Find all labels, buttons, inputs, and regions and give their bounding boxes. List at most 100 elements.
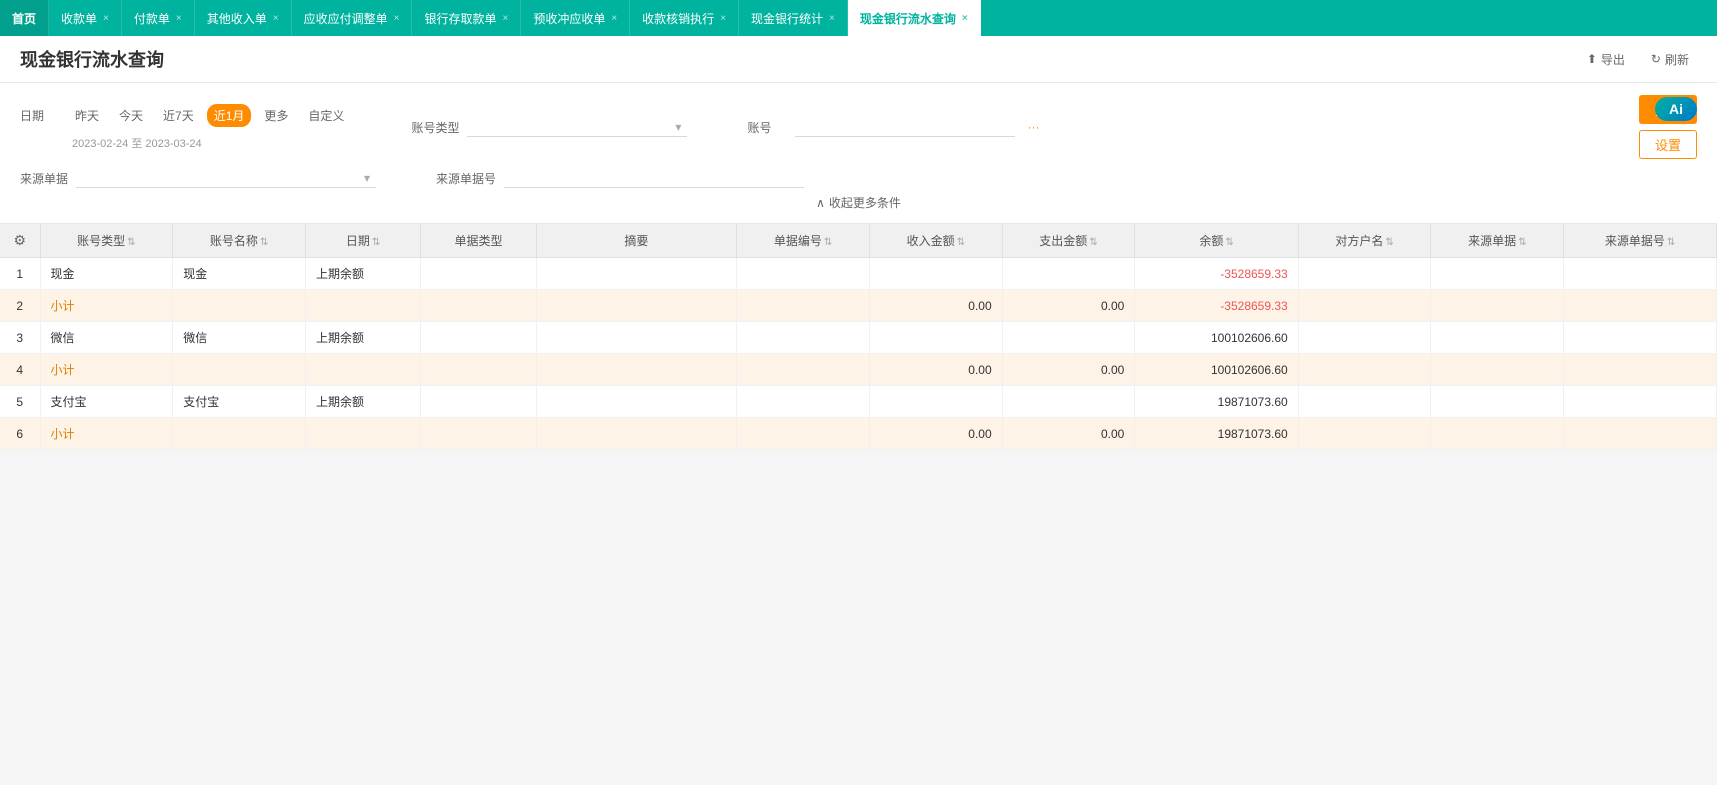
table-cell <box>305 418 420 450</box>
close-icon[interactable]: × <box>502 13 508 24</box>
date-btn-yesterday[interactable]: 昨天 <box>68 104 106 127</box>
table-cell: 5 <box>0 386 40 418</box>
refresh-label: 刷新 <box>1665 51 1689 68</box>
nav-tab-yinhang[interactable]: 银行存取款单 × <box>412 0 521 36</box>
table-cell: 现金 <box>173 258 306 290</box>
sort-icon: ⇅ <box>1089 237 1097 248</box>
table-cell: 支付宝 <box>40 386 173 418</box>
settings-icon[interactable]: ⚙ <box>13 232 26 248</box>
table-cell <box>536 258 737 290</box>
nav-home[interactable]: 首页 <box>0 0 49 36</box>
nav-tab-yinhang-label: 银行存取款单 <box>424 10 496 27</box>
table-cell <box>1431 354 1564 386</box>
table-row[interactable]: 5支付宝支付宝上期余额19871073.60 <box>0 386 1717 418</box>
table-cell: 支付宝 <box>173 386 306 418</box>
nav-tab-qitashouru[interactable]: 其他收入单 × <box>195 0 292 36</box>
table-cell <box>421 258 536 290</box>
refresh-button[interactable]: ↻ 刷新 <box>1643 47 1697 72</box>
ai-button[interactable]: Ai <box>1655 97 1697 121</box>
table-row[interactable]: 3微信微信上期余额100102606.60 <box>0 322 1717 354</box>
table-cell <box>173 418 306 450</box>
col-date[interactable]: 日期⇅ <box>305 224 420 258</box>
date-btn-1month[interactable]: 近1月 <box>207 104 252 127</box>
source-doc-no-input[interactable] <box>504 169 804 188</box>
close-icon[interactable]: × <box>829 13 835 24</box>
col-account-type[interactable]: 账号类型⇅ <box>40 224 173 258</box>
nav-tab-yushou[interactable]: 预收冲应收单 × <box>521 0 630 36</box>
table-cell: 100102606.60 <box>1135 354 1298 386</box>
col-expense[interactable]: 支出金额⇅ <box>1002 224 1135 258</box>
table-row[interactable]: 1现金现金上期余额-3528659.33 <box>0 258 1717 290</box>
close-icon[interactable]: × <box>611 13 617 24</box>
account-type-select[interactable]: ▾ <box>467 118 687 137</box>
table-cell <box>1564 258 1717 290</box>
col-counterparty[interactable]: 对方户名⇅ <box>1298 224 1431 258</box>
nav-tab-yushou-label: 预收冲应收单 <box>533 10 605 27</box>
table-cell <box>737 258 870 290</box>
table-cell <box>737 418 870 450</box>
col-balance[interactable]: 余额⇅ <box>1135 224 1298 258</box>
nav-tab-shoukuan[interactable]: 收款单 × <box>49 0 122 36</box>
close-icon[interactable]: × <box>394 13 400 24</box>
table-row[interactable]: 2小计0.000.00-3528659.33 <box>0 290 1717 322</box>
table-cell <box>1002 322 1135 354</box>
table-cell: 100102606.60 <box>1135 322 1298 354</box>
collapse-bar[interactable]: ∧ 收起更多条件 <box>20 188 1697 211</box>
table-cell <box>1298 386 1431 418</box>
table-cell <box>536 290 737 322</box>
close-icon[interactable]: × <box>176 13 182 24</box>
nav-tab-tiaozheng[interactable]: 应收应付调整单 × <box>292 0 413 36</box>
table-row[interactable]: 4小计0.000.00100102606.60 <box>0 354 1717 386</box>
col-settings[interactable]: ⚙ <box>0 224 40 258</box>
table-cell <box>1431 322 1564 354</box>
table-cell: 0.00 <box>869 418 1002 450</box>
table-cell <box>173 354 306 386</box>
nav-tab-tongji-label: 现金银行统计 <box>751 10 823 27</box>
table-cell <box>421 322 536 354</box>
table-cell: -3528659.33 <box>1135 258 1298 290</box>
source-doc-select[interactable]: ▾ <box>76 169 376 188</box>
date-filter: 日期 昨天 今天 近7天 近1月 更多 自定义 2023-02-24 至 202… <box>20 104 351 151</box>
col-account-name[interactable]: 账号名称⇅ <box>173 224 306 258</box>
date-btn-custom[interactable]: 自定义 <box>301 104 351 127</box>
table-cell <box>421 354 536 386</box>
export-button[interactable]: ⬆ 导出 <box>1579 47 1633 72</box>
col-source-doc-no[interactable]: 来源单据号⇅ <box>1564 224 1717 258</box>
col-doc-no[interactable]: 单据编号⇅ <box>737 224 870 258</box>
close-icon[interactable]: × <box>720 13 726 24</box>
table-cell <box>536 386 737 418</box>
table-cell: 微信 <box>173 322 306 354</box>
date-btn-today[interactable]: 今天 <box>112 104 150 127</box>
page-header: 现金银行流水查询 ⬆ 导出 ↻ 刷新 <box>0 36 1717 83</box>
table-cell <box>1564 322 1717 354</box>
col-source-doc[interactable]: 来源单据⇅ <box>1431 224 1564 258</box>
account-input[interactable] <box>795 118 1015 137</box>
table-body: 1现金现金上期余额-3528659.332小计0.000.00-3528659.… <box>0 258 1717 450</box>
table-cell <box>305 290 420 322</box>
filter-area: 日期 昨天 今天 近7天 近1月 更多 自定义 2023-02-24 至 202… <box>0 83 1717 224</box>
nav-tab-liushui[interactable]: 现金银行流水查询 × <box>848 0 981 36</box>
close-icon[interactable]: × <box>273 13 279 24</box>
nav-tab-fukuan-label: 付款单 <box>134 10 170 27</box>
table-cell <box>173 290 306 322</box>
table-cell: 上期余额 <box>305 322 420 354</box>
table-cell <box>737 354 870 386</box>
table-cell: 上期余额 <box>305 258 420 290</box>
nav-tab-tongji[interactable]: 现金银行统计 × <box>739 0 848 36</box>
table-cell: 19871073.60 <box>1135 418 1298 450</box>
close-icon[interactable]: × <box>962 13 968 24</box>
date-btn-7days[interactable]: 近7天 <box>156 104 201 127</box>
more-dots-icon[interactable]: ··· <box>1027 120 1039 134</box>
nav-tab-hexiao[interactable]: 收款核销执行 × <box>630 0 739 36</box>
table-cell <box>421 418 536 450</box>
sort-icon: ⇅ <box>957 237 965 248</box>
export-label: 导出 <box>1601 51 1625 68</box>
nav-tab-fukuan[interactable]: 付款单 × <box>122 0 195 36</box>
sort-icon: ⇅ <box>1667 237 1675 248</box>
table-cell: 0.00 <box>1002 290 1135 322</box>
table-row[interactable]: 6小计0.000.0019871073.60 <box>0 418 1717 450</box>
date-btn-more[interactable]: 更多 <box>257 104 295 127</box>
settings-button[interactable]: 设置 <box>1639 130 1697 159</box>
close-icon[interactable]: × <box>103 13 109 24</box>
col-income[interactable]: 收入金额⇅ <box>869 224 1002 258</box>
